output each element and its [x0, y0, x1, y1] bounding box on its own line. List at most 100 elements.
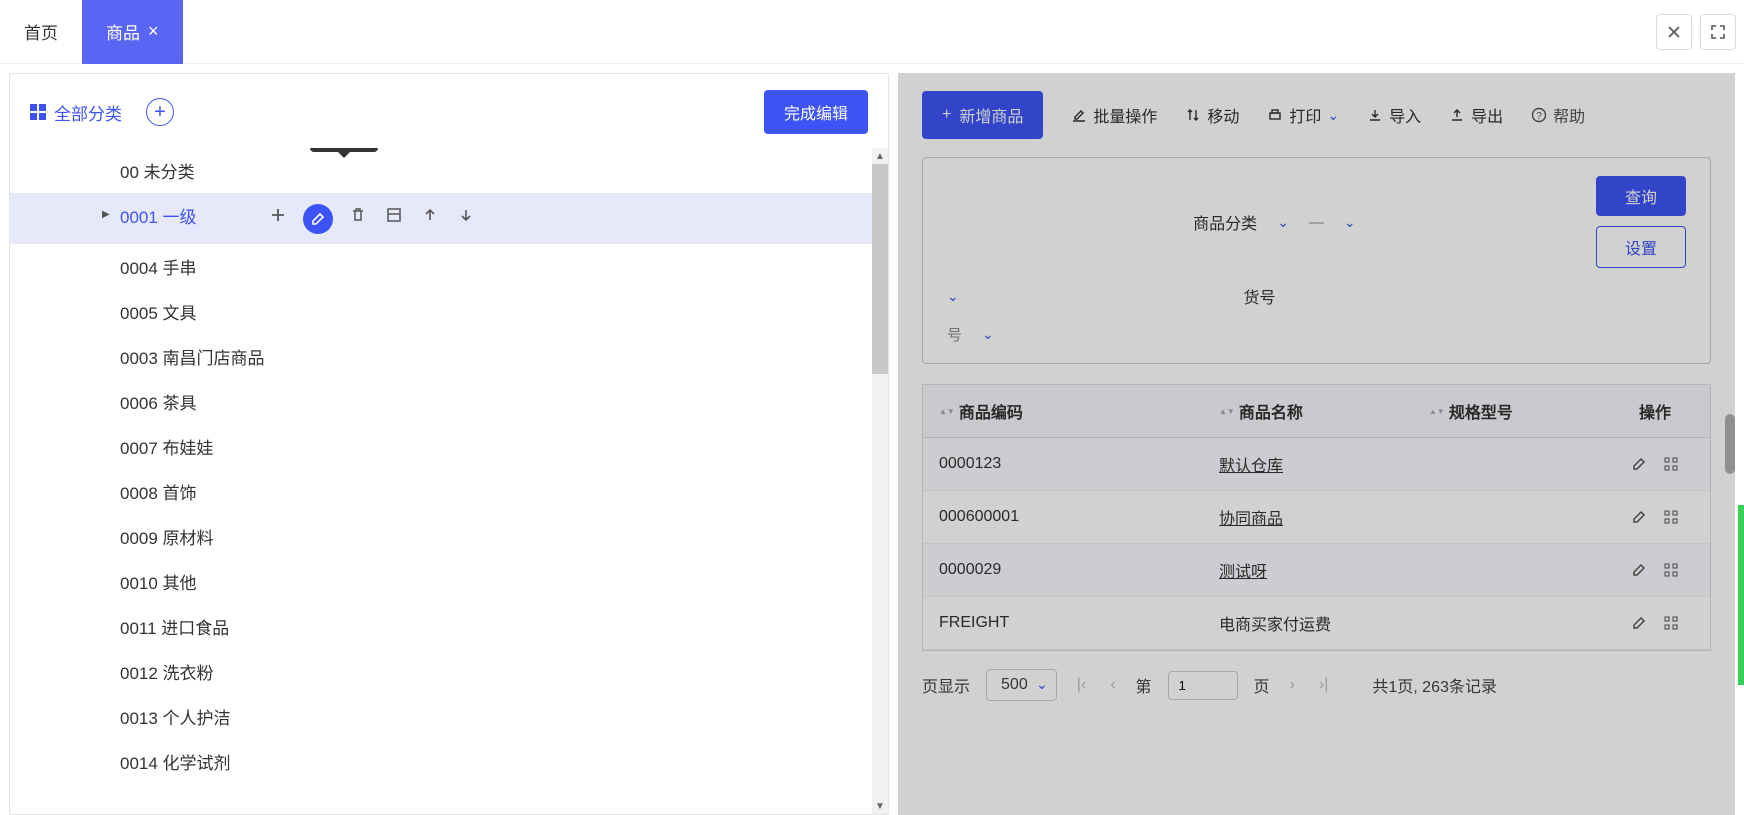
scroll-down-icon[interactable]: ▼ — [872, 798, 888, 814]
category-item[interactable]: 0012 洗衣粉 — [10, 649, 880, 694]
pager-summary: 共1页, 263条记录 — [1372, 673, 1497, 697]
row-more-icon[interactable] — [1663, 562, 1679, 578]
th-spec-label: 规格型号 — [1449, 399, 1513, 423]
close-all-button[interactable] — [1656, 14, 1692, 50]
window-edge-indicator — [1738, 505, 1744, 685]
row-edit-icon[interactable] — [1631, 456, 1647, 472]
product-name-link[interactable]: 测试呀 — [1219, 564, 1267, 581]
cell-spec — [1413, 450, 1600, 478]
tab-home[interactable]: 首页 — [0, 0, 82, 64]
table-row[interactable]: 0000029测试呀 — [923, 544, 1710, 597]
print-icon — [1267, 107, 1283, 123]
x-icon — [1666, 24, 1682, 40]
pager-last[interactable]: ›| — [1315, 676, 1332, 694]
cell-name: 协同商品 — [1203, 491, 1413, 543]
import-label: 导入 — [1389, 103, 1421, 127]
cell-op — [1600, 495, 1710, 539]
category-title[interactable]: 全部分类 — [30, 100, 122, 125]
add-child-icon[interactable] — [267, 204, 289, 226]
category-tree-wrap: 00 未分类0001 一级0004 手串0005 文具0003 南昌门店商品00… — [10, 148, 888, 814]
delete-icon[interactable] — [347, 204, 369, 226]
move-up-icon[interactable] — [419, 204, 441, 226]
table-scrollbar[interactable] — [1725, 414, 1735, 474]
cell-code: FREIGHT — [923, 600, 1203, 646]
edit-tooltip: 编辑 — [310, 148, 378, 152]
table-row[interactable]: 000600001协同商品 — [923, 491, 1710, 544]
category-item[interactable]: 0013 个人护洁 — [10, 694, 880, 739]
filter-category[interactable]: 商品分类 ⌄ — ⌄ — [1163, 210, 1355, 234]
query-button[interactable]: 查询 — [1596, 176, 1686, 216]
row-edit-icon[interactable] — [1631, 562, 1647, 578]
th-name[interactable]: ▲▼商品名称 — [1203, 385, 1413, 437]
category-title-label: 全部分类 — [54, 100, 122, 125]
pager: 页显示 500⌄ |‹ ‹ 第 页 › ›| 共1页, 263条记录 — [898, 651, 1735, 719]
category-item[interactable]: 0011 进口食品 — [10, 604, 880, 649]
move-down-icon[interactable] — [455, 204, 477, 226]
row-more-icon[interactable] — [1663, 456, 1679, 472]
close-icon[interactable]: × — [148, 21, 159, 42]
th-code[interactable]: ▲▼商品编码 — [923, 385, 1203, 437]
category-item[interactable]: 0003 南昌门店商品 — [10, 334, 880, 379]
filter-sku-label: 货号 — [1243, 284, 1275, 308]
pager-next[interactable]: › — [1286, 676, 1299, 694]
product-name-link[interactable]: 默认仓库 — [1219, 458, 1283, 475]
filter-extra[interactable]: 号⌄ — [947, 324, 1139, 345]
settings-button[interactable]: 设置 — [1596, 226, 1686, 268]
category-item[interactable]: 0004 手串 — [10, 244, 880, 289]
tab-product[interactable]: 商品 × — [82, 0, 183, 64]
category-item[interactable]: 00 未分类 — [10, 148, 880, 193]
th-code-label: 商品编码 — [959, 399, 1023, 423]
finish-edit-button[interactable]: 完成编辑 — [764, 90, 868, 134]
table-row[interactable]: 0000123默认仓库 — [923, 438, 1710, 491]
filter-sku[interactable]: 货号 — [1163, 284, 1355, 308]
fullscreen-button[interactable] — [1700, 14, 1736, 50]
pager-first[interactable]: |‹ — [1073, 676, 1090, 694]
import-button[interactable]: 导入 — [1367, 103, 1421, 127]
edit-icon[interactable] — [303, 204, 333, 234]
import-icon — [1367, 107, 1383, 123]
category-item[interactable]: 0008 首饰 — [10, 469, 880, 514]
row-edit-icon[interactable] — [1631, 615, 1647, 631]
pager-prev[interactable]: ‹ — [1106, 676, 1119, 694]
move-button[interactable]: 移动 — [1185, 103, 1239, 127]
table-header: ▲▼商品编码 ▲▼商品名称 ▲▼规格型号 操作 — [923, 385, 1710, 438]
row-more-icon[interactable] — [1663, 615, 1679, 631]
chevron-down-icon: ⌄ — [1036, 676, 1048, 693]
print-button[interactable]: 打印⌄ — [1267, 103, 1339, 127]
row-more-icon[interactable] — [1663, 509, 1679, 525]
category-item[interactable]: 0010 其他 — [10, 559, 880, 604]
scroll-up-icon[interactable]: ▲ — [872, 148, 888, 164]
batch-button[interactable]: 批量操作 — [1071, 103, 1157, 127]
sort-icon: ▲▼ — [1429, 408, 1445, 415]
category-item[interactable]: 0009 原材料 — [10, 514, 880, 559]
product-name-link[interactable]: 协同商品 — [1219, 511, 1283, 528]
add-category-button[interactable]: + — [146, 98, 174, 126]
filter-left[interactable]: ⌄ — [947, 288, 1139, 305]
product-table: ▲▼商品编码 ▲▼商品名称 ▲▼规格型号 操作 0000123默认仓库00060… — [922, 384, 1711, 651]
export-icon — [1449, 107, 1465, 123]
sort-icon: ▲▼ — [1219, 408, 1235, 415]
content: 全部分类 + 完成编辑 00 未分类0001 一级0004 手串0005 文具0… — [0, 64, 1744, 815]
scrollbar-track[interactable]: ▲ ▼ — [872, 148, 888, 814]
cell-op — [1600, 442, 1710, 486]
table-row[interactable]: FREIGHT电商买家付运费 — [923, 597, 1710, 650]
th-spec[interactable]: ▲▼ 规格型号 — [1413, 385, 1600, 437]
help-label: 帮助 — [1553, 103, 1585, 127]
scrollbar-thumb[interactable] — [872, 164, 888, 374]
category-item[interactable]: 0006 茶具 — [10, 379, 880, 424]
help-button[interactable]: ?帮助 — [1531, 103, 1585, 127]
page-size-select[interactable]: 500⌄ — [986, 669, 1057, 701]
group-icon[interactable] — [383, 204, 405, 226]
cell-spec — [1413, 503, 1600, 531]
category-item[interactable]: 0005 文具 — [10, 289, 880, 334]
page-input[interactable] — [1168, 671, 1238, 700]
filter-category-label: 商品分类 — [1193, 210, 1257, 234]
category-item[interactable]: 0014 化学试剂 — [10, 739, 880, 784]
export-button[interactable]: 导出 — [1449, 103, 1503, 127]
move-label: 移动 — [1207, 103, 1239, 127]
tabbar: 首页 商品 × — [0, 0, 1744, 64]
category-item[interactable]: 0001 一级 — [10, 193, 880, 244]
category-item[interactable]: 0007 布娃娃 — [10, 424, 880, 469]
row-edit-icon[interactable] — [1631, 509, 1647, 525]
new-product-button[interactable]: +新增商品 — [922, 91, 1043, 139]
